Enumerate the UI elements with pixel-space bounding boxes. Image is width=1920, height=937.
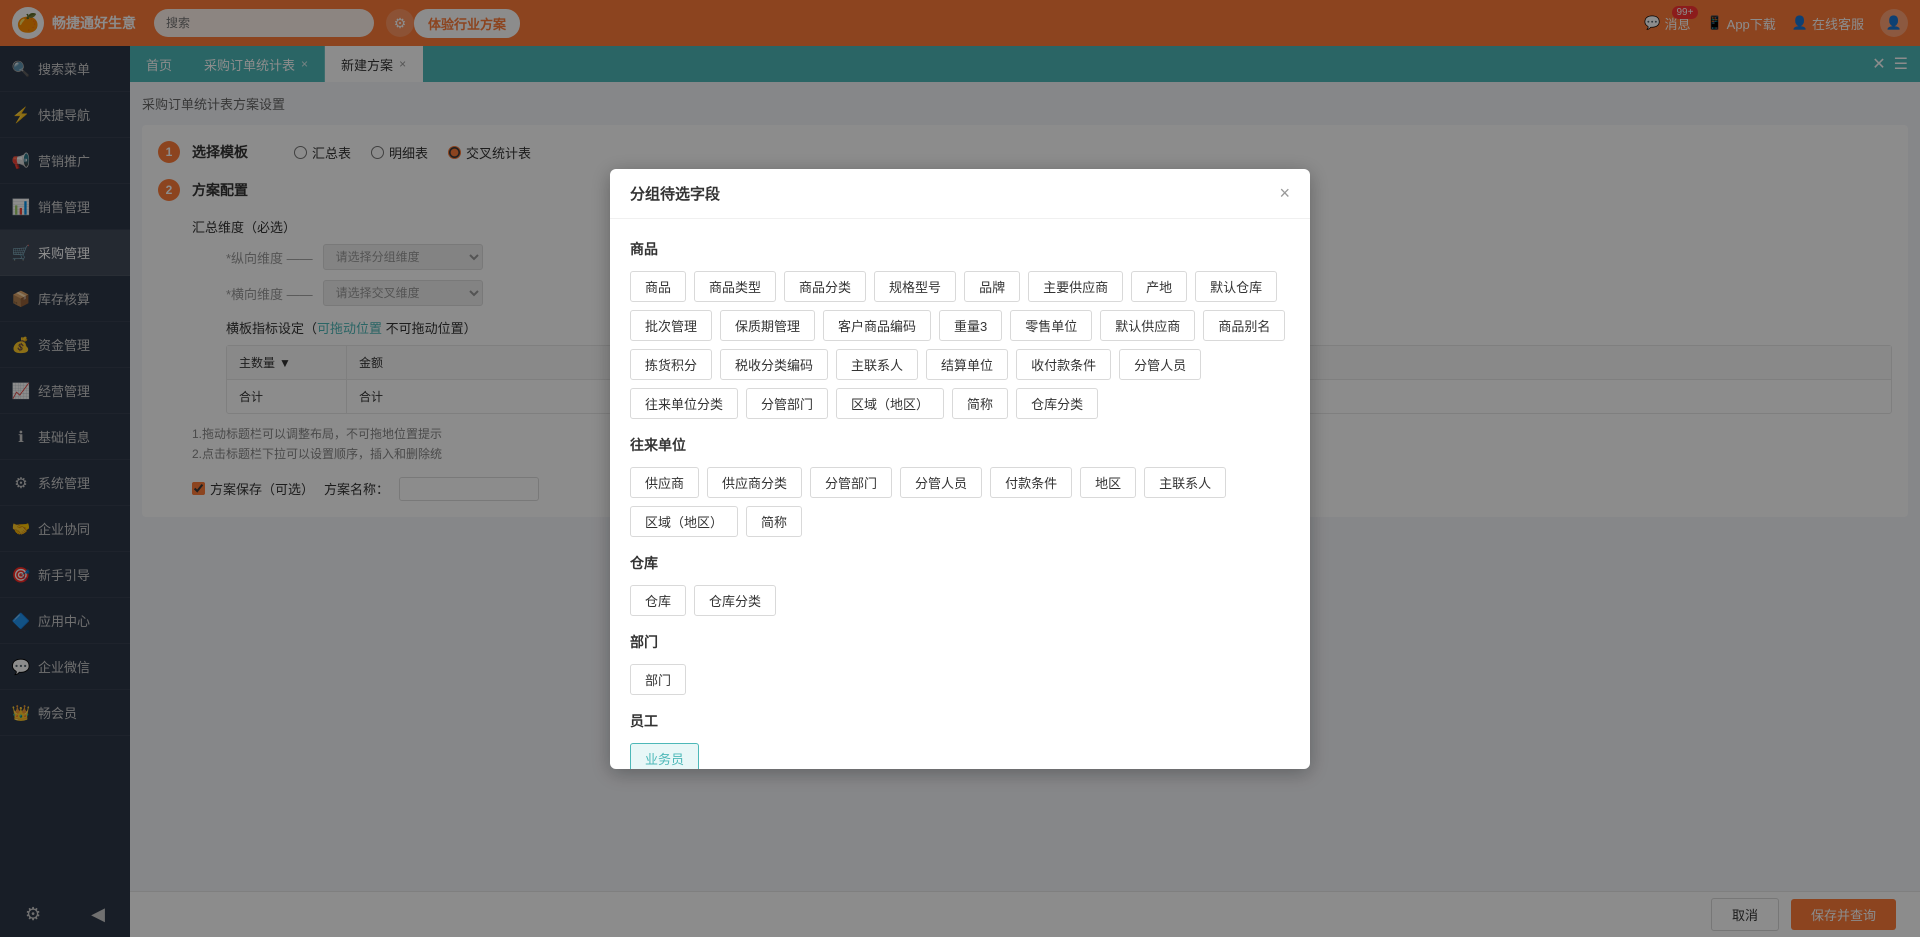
field-tag-department[interactable]: 部门 — [630, 664, 686, 695]
field-tag-main-contact1[interactable]: 主联系人 — [836, 349, 918, 380]
field-tag-warehouse[interactable]: 仓库 — [630, 585, 686, 616]
field-tag-batch-mgmt[interactable]: 批次管理 — [630, 310, 712, 341]
field-tag-payment-condition[interactable]: 付款条件 — [990, 467, 1072, 498]
field-tag-settlement-unit[interactable]: 结算单位 — [926, 349, 1008, 380]
overlay: 分组待选字段 × 商品 商品 商品类型 商品分类 规格型号 品牌 主要供应商 产… — [0, 0, 1920, 937]
field-tag-supervisor2[interactable]: 分管人员 — [900, 467, 982, 498]
field-tag-main-supplier[interactable]: 主要供应商 — [1028, 271, 1123, 302]
field-grid-warehouse: 仓库 仓库分类 — [630, 585, 1290, 616]
field-tag-short-name1[interactable]: 简称 — [952, 388, 1008, 419]
field-tag-brand[interactable]: 品牌 — [964, 271, 1020, 302]
field-tag-dept2[interactable]: 分管部门 — [810, 467, 892, 498]
section-title-employee: 员工 — [630, 711, 1290, 731]
field-tag-pick-points[interactable]: 拣货积分 — [630, 349, 712, 380]
field-tag-default-warehouse[interactable]: 默认仓库 — [1195, 271, 1277, 302]
field-tag-supplier-category[interactable]: 供应商分类 — [707, 467, 802, 498]
field-tag-warehouse-category1[interactable]: 仓库分类 — [1016, 388, 1098, 419]
field-tag-product[interactable]: 商品 — [630, 271, 686, 302]
modal-header: 分组待选字段 × — [610, 169, 1310, 219]
field-tag-weight3[interactable]: 重量3 — [939, 310, 1002, 341]
field-tag-sales-person[interactable]: 业务员 — [630, 743, 699, 769]
field-tag-warehouse-category[interactable]: 仓库分类 — [694, 585, 776, 616]
modal-close-button[interactable]: × — [1279, 183, 1290, 204]
field-grid-product: 商品 商品类型 商品分类 规格型号 品牌 主要供应商 产地 默认仓库 批次管理 … — [630, 271, 1290, 419]
field-tag-region3[interactable]: 区域（地区） — [630, 506, 738, 537]
modal-body: 商品 商品 商品类型 商品分类 规格型号 品牌 主要供应商 产地 默认仓库 批次… — [610, 219, 1310, 769]
field-tag-product-category[interactable]: 商品分类 — [784, 271, 866, 302]
field-grid-partner: 供应商 供应商分类 分管部门 分管人员 付款条件 地区 主联系人 区域（地区） … — [630, 467, 1290, 537]
field-selection-modal: 分组待选字段 × 商品 商品 商品类型 商品分类 规格型号 品牌 主要供应商 产… — [610, 169, 1310, 769]
field-tag-region2[interactable]: 地区 — [1080, 467, 1136, 498]
field-grid-department: 部门 — [630, 664, 1290, 695]
field-tag-supervisor[interactable]: 分管人员 — [1119, 349, 1201, 380]
field-tag-retail-unit[interactable]: 零售单位 — [1010, 310, 1092, 341]
field-tag-shelf-life[interactable]: 保质期管理 — [720, 310, 815, 341]
field-tag-origin[interactable]: 产地 — [1131, 271, 1187, 302]
modal-title: 分组待选字段 — [630, 183, 720, 204]
field-tag-product-type[interactable]: 商品类型 — [694, 271, 776, 302]
field-grid-employee: 业务员 — [630, 743, 1290, 769]
field-tag-default-supplier[interactable]: 默认供应商 — [1100, 310, 1195, 341]
field-tag-partner-category[interactable]: 往来单位分类 — [630, 388, 738, 419]
field-tag-product-alias[interactable]: 商品别名 — [1203, 310, 1285, 341]
section-title-warehouse: 仓库 — [630, 553, 1290, 573]
field-tag-supplier[interactable]: 供应商 — [630, 467, 699, 498]
section-title-partner: 往来单位 — [630, 435, 1290, 455]
field-tag-spec-model[interactable]: 规格型号 — [874, 271, 956, 302]
field-tag-dept1[interactable]: 分管部门 — [746, 388, 828, 419]
field-tag-customer-product-code[interactable]: 客户商品编码 — [823, 310, 931, 341]
field-tag-payment-terms[interactable]: 收付款条件 — [1016, 349, 1111, 380]
field-tag-region1[interactable]: 区域（地区） — [836, 388, 944, 419]
section-title-product: 商品 — [630, 239, 1290, 259]
field-tag-main-contact2[interactable]: 主联系人 — [1144, 467, 1226, 498]
field-tag-short-name2[interactable]: 简称 — [746, 506, 802, 537]
section-title-department: 部门 — [630, 632, 1290, 652]
field-tag-tax-code[interactable]: 税收分类编码 — [720, 349, 828, 380]
